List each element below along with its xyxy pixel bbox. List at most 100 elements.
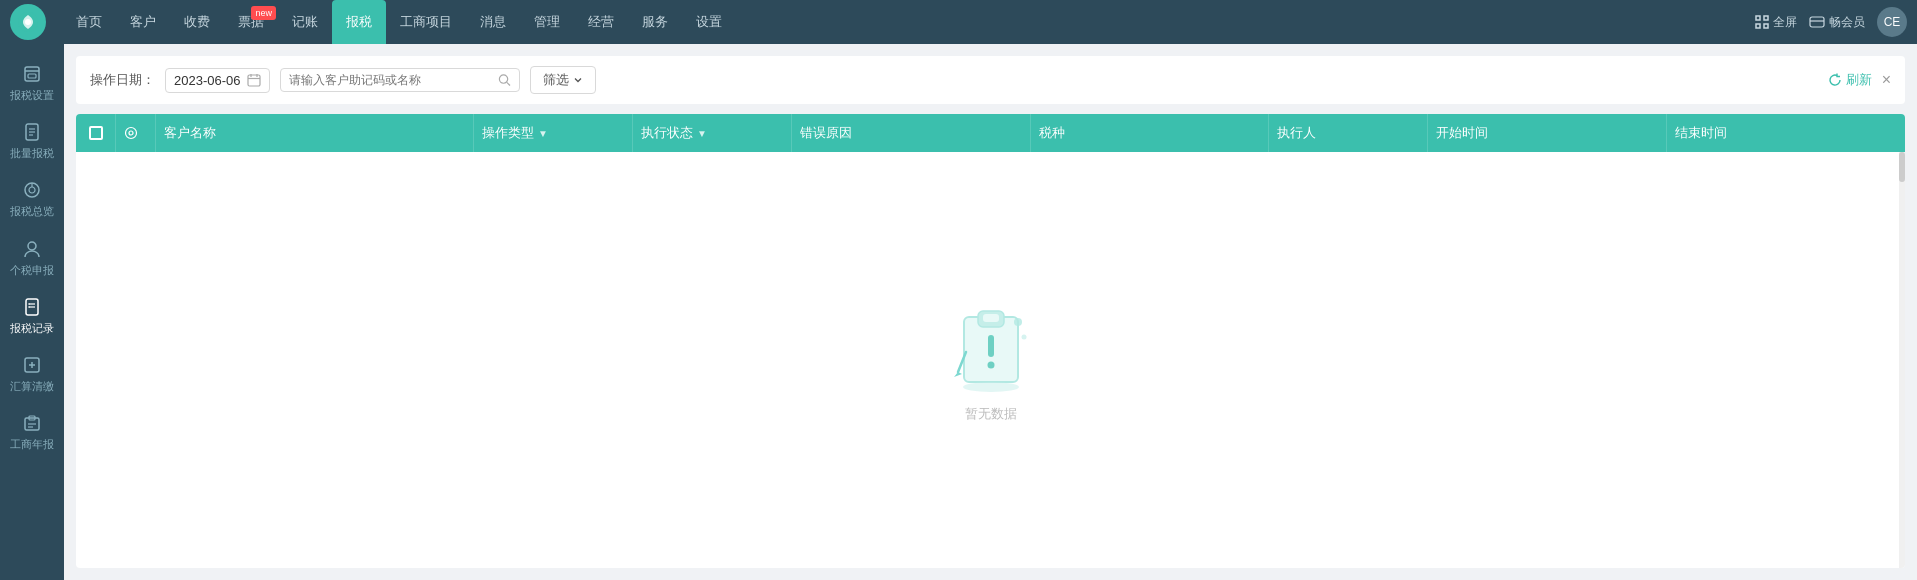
filter-button[interactable]: 筛选 bbox=[530, 66, 596, 94]
tax-overview-label: 报税总览 bbox=[10, 205, 54, 218]
nav-settings[interactable]: 设置 bbox=[682, 0, 736, 44]
th-checkbox[interactable] bbox=[76, 114, 116, 152]
nav-billing[interactable]: 收费 bbox=[170, 0, 224, 44]
table-scrollbar[interactable] bbox=[1899, 152, 1905, 568]
svg-rect-42 bbox=[988, 335, 994, 357]
empty-text: 暂无数据 bbox=[965, 405, 1017, 423]
content-area: 操作日期： 2023-06-06 筛选 bbox=[64, 44, 1917, 580]
calendar-icon bbox=[247, 73, 261, 87]
tax-record-icon bbox=[20, 295, 44, 319]
personal-tax-label: 个税申报 bbox=[10, 264, 54, 277]
close-button[interactable]: × bbox=[1882, 71, 1891, 89]
svg-point-46 bbox=[1014, 318, 1022, 326]
calc-remit-icon bbox=[20, 353, 44, 377]
refresh-icon bbox=[1828, 73, 1842, 87]
nav-items: 首页 客户 收费 票据 new 记账 报税 工商项目 消息 管理 经营 服务 设… bbox=[62, 0, 1755, 44]
sidebar-item-batch-tax[interactable]: 批量报税 bbox=[0, 112, 64, 168]
settings-icon bbox=[124, 126, 138, 140]
svg-rect-6 bbox=[1810, 17, 1824, 27]
search-icon bbox=[498, 73, 511, 87]
op-type-filter-icon: ▼ bbox=[538, 128, 548, 139]
search-box[interactable] bbox=[280, 68, 520, 92]
svg-rect-3 bbox=[1764, 16, 1768, 20]
filter-date-label: 操作日期： bbox=[90, 71, 155, 89]
main-layout: 报税设置 批量报税 报税总览 bbox=[0, 44, 1917, 580]
nav-customer[interactable]: 客户 bbox=[116, 0, 170, 44]
date-picker[interactable]: 2023-06-06 bbox=[165, 68, 270, 93]
nav-finance[interactable]: 经营 bbox=[574, 0, 628, 44]
svg-point-37 bbox=[126, 128, 137, 139]
select-all-checkbox[interactable] bbox=[89, 126, 103, 140]
fullscreen-icon bbox=[1755, 15, 1769, 29]
sidebar-item-tax-overview[interactable]: 报税总览 bbox=[0, 170, 64, 226]
th-settings[interactable] bbox=[116, 114, 156, 152]
svg-point-47 bbox=[1021, 335, 1026, 340]
tax-overview-icon bbox=[20, 178, 44, 202]
exec-status-filter-icon: ▼ bbox=[697, 128, 707, 139]
invoice-badge: new bbox=[251, 6, 276, 20]
user-avatar[interactable]: CE bbox=[1877, 7, 1907, 37]
sidebar-item-calc-remit[interactable]: 汇算清缴 bbox=[0, 345, 64, 401]
annual-report-icon bbox=[20, 411, 44, 435]
search-input[interactable] bbox=[289, 73, 494, 87]
nav-bookkeeping[interactable]: 记账 bbox=[278, 0, 332, 44]
th-executor: 执行人 bbox=[1269, 114, 1428, 152]
svg-point-35 bbox=[499, 75, 507, 83]
svg-rect-10 bbox=[28, 74, 36, 78]
svg-rect-2 bbox=[1756, 16, 1760, 20]
svg-point-1 bbox=[25, 19, 31, 25]
sidebar-item-annual-report[interactable]: 工商年报 bbox=[0, 403, 64, 459]
fullscreen-button[interactable]: 全屏 bbox=[1755, 14, 1797, 31]
nav-home[interactable]: 首页 bbox=[62, 0, 116, 44]
th-start-time: 开始时间 bbox=[1428, 114, 1667, 152]
tax-settings-label: 报税设置 bbox=[10, 89, 54, 102]
sidebar-item-tax-record[interactable]: 报税记录 bbox=[0, 287, 64, 343]
table-header: 客户名称 操作类型 ▼ 执行状态 ▼ 错误原因 税种 执行人 bbox=[76, 114, 1905, 152]
batch-tax-icon bbox=[20, 120, 44, 144]
scrollbar-thumb[interactable] bbox=[1899, 152, 1905, 182]
app-logo[interactable] bbox=[10, 4, 46, 40]
top-navigation: 首页 客户 收费 票据 new 记账 报税 工商项目 消息 管理 经营 服务 设… bbox=[0, 0, 1917, 44]
svg-point-43 bbox=[987, 362, 994, 369]
filter-bar: 操作日期： 2023-06-06 筛选 bbox=[76, 56, 1905, 104]
svg-rect-41 bbox=[983, 314, 999, 322]
top-nav-right: 全屏 畅会员 CE bbox=[1755, 7, 1907, 37]
data-table: 客户名称 操作类型 ▼ 执行状态 ▼ 错误原因 税种 执行人 bbox=[76, 114, 1905, 568]
sidebar-item-tax-settings[interactable]: 报税设置 bbox=[0, 54, 64, 110]
svg-point-23 bbox=[28, 306, 30, 308]
nav-tax[interactable]: 报税 bbox=[332, 0, 386, 44]
nav-bizproject[interactable]: 工商项目 bbox=[386, 0, 466, 44]
annual-report-label: 工商年报 bbox=[10, 438, 54, 451]
th-error-reason: 错误原因 bbox=[792, 114, 1031, 152]
refresh-button[interactable]: 刷新 bbox=[1828, 71, 1872, 89]
batch-tax-label: 批量报税 bbox=[10, 147, 54, 160]
nav-invoice[interactable]: 票据 new bbox=[224, 0, 278, 44]
sidebar: 报税设置 批量报税 报税总览 bbox=[0, 44, 64, 580]
member-icon bbox=[1809, 15, 1825, 29]
date-value: 2023-06-06 bbox=[174, 73, 241, 88]
member-button[interactable]: 畅会员 bbox=[1809, 14, 1865, 31]
nav-message[interactable]: 消息 bbox=[466, 0, 520, 44]
svg-point-18 bbox=[28, 242, 36, 250]
tax-record-label: 报税记录 bbox=[10, 322, 54, 335]
personal-tax-icon bbox=[20, 237, 44, 261]
th-customer: 客户名称 bbox=[156, 114, 474, 152]
svg-line-36 bbox=[506, 82, 509, 85]
svg-rect-31 bbox=[248, 75, 260, 86]
svg-point-38 bbox=[129, 131, 133, 135]
svg-rect-4 bbox=[1756, 24, 1760, 28]
chevron-down-icon bbox=[573, 75, 583, 85]
empty-state: 暂无数据 bbox=[946, 297, 1036, 423]
svg-marker-45 bbox=[954, 372, 962, 377]
tax-settings-icon bbox=[20, 62, 44, 86]
nav-service[interactable]: 服务 bbox=[628, 0, 682, 44]
sidebar-item-personal-tax[interactable]: 个税申报 bbox=[0, 229, 64, 285]
svg-point-16 bbox=[29, 187, 35, 193]
svg-rect-5 bbox=[1764, 24, 1768, 28]
th-op-type[interactable]: 操作类型 ▼ bbox=[474, 114, 633, 152]
th-exec-status[interactable]: 执行状态 ▼ bbox=[633, 114, 792, 152]
empty-illustration bbox=[946, 297, 1036, 397]
nav-manage[interactable]: 管理 bbox=[520, 0, 574, 44]
th-tax-type: 税种 bbox=[1031, 114, 1270, 152]
svg-point-22 bbox=[28, 303, 30, 305]
